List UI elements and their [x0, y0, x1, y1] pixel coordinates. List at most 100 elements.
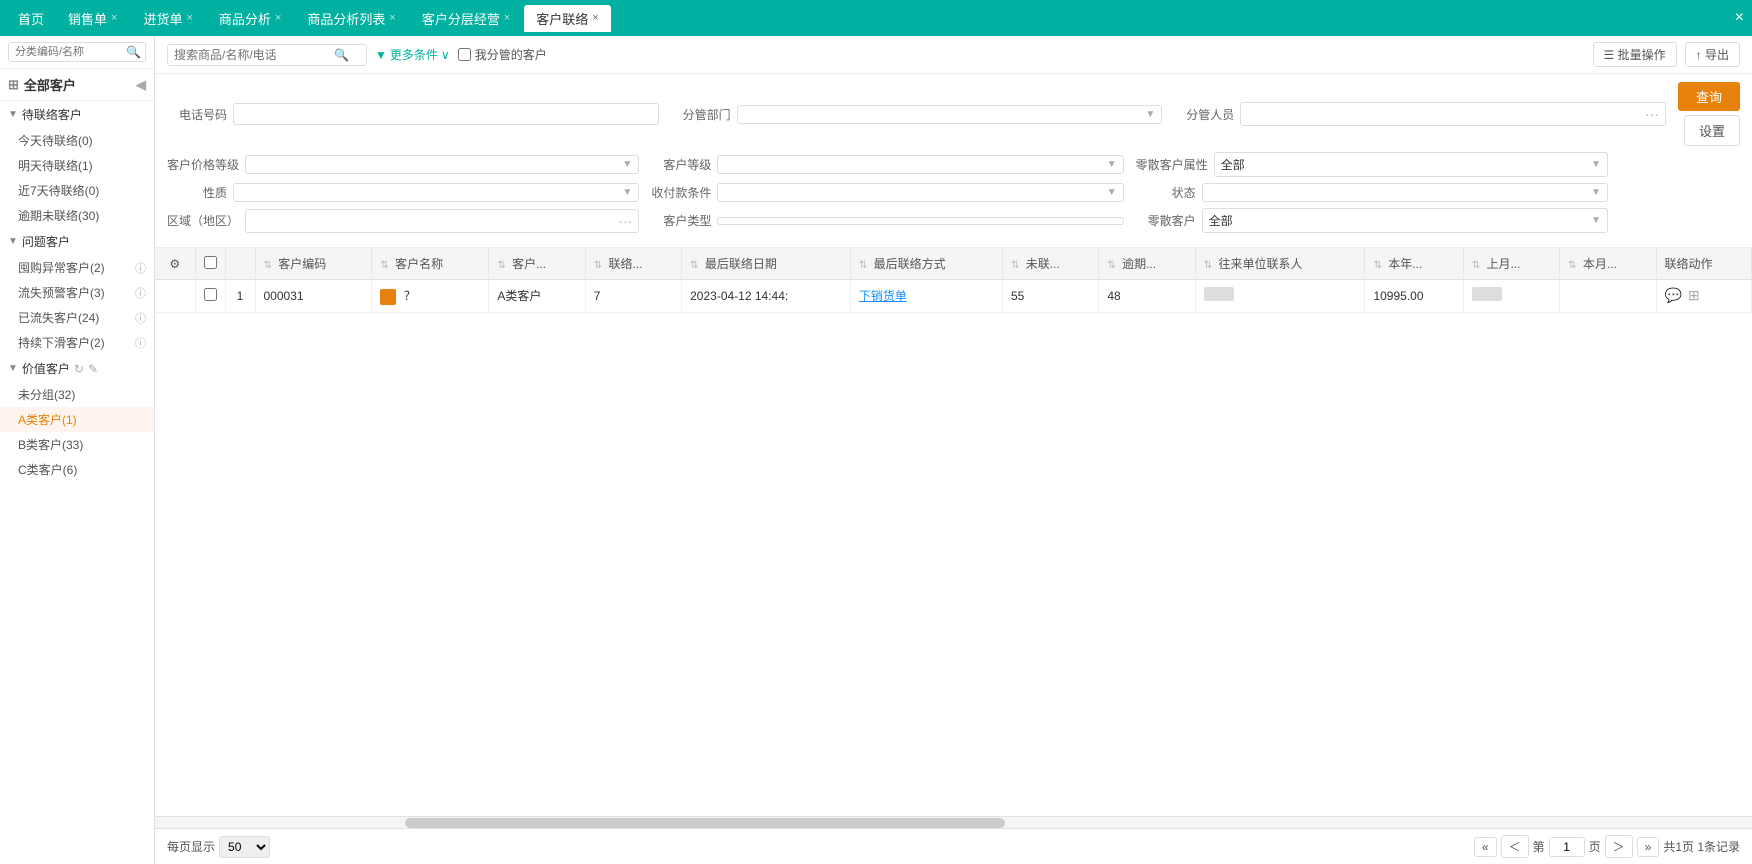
sort-icon: ⇅ [1107, 260, 1115, 271]
prev-page-button[interactable]: ＜ [1501, 835, 1529, 858]
sidebar-group-problem[interactable]: ▼ 问题客户 [0, 228, 154, 255]
scrollbar-thumb[interactable] [405, 818, 1005, 828]
filter-cell-status: 状态 ▼ [1136, 183, 1608, 202]
nav-tab-analysis[interactable]: 商品分析 × [207, 5, 293, 32]
col-this-year[interactable]: ⇅ 本年... [1365, 248, 1463, 280]
sidebar-collapse-button[interactable]: ◀ [136, 77, 146, 93]
manager-input[interactable]: ··· [1240, 102, 1666, 126]
col-contact-action: 联络动作 [1656, 248, 1751, 280]
nav-tab-customer-contact[interactable]: 客户联络 × [524, 5, 610, 32]
sidebar-item-7days[interactable]: 近7天待联络(0) [0, 178, 154, 203]
dept-select[interactable]: ▼ [737, 105, 1163, 124]
retail-select[interactable]: 全部 ▼ [1202, 208, 1608, 233]
last-page-button[interactable]: » [1637, 837, 1660, 857]
chevron-down-icon: ▼ [1591, 215, 1601, 226]
my-customer-checkbox[interactable] [458, 48, 471, 61]
per-page-dropdown[interactable]: 50 100 200 [219, 836, 270, 858]
search-icon[interactable]: 🔍 [334, 48, 349, 62]
row-last-contact-method[interactable]: 下销货单 [850, 280, 1002, 313]
col-last-month[interactable]: ⇅ 上月... [1463, 248, 1559, 280]
refresh-icon[interactable]: ↻ [74, 362, 84, 376]
sidebar-group-value[interactable]: ▼ 价值客户 ↻ ✎ [0, 355, 154, 382]
close-purchase-tab-icon[interactable]: × [186, 12, 192, 24]
sidebar-item-tomorrow[interactable]: 明天待联络(1) [0, 153, 154, 178]
sidebar-item-class-c[interactable]: C类客户(6) [0, 457, 154, 482]
customer-grade-select[interactable]: ▼ [717, 155, 1123, 174]
col-contact-person[interactable]: ⇅ 往来单位联系人 [1195, 248, 1365, 280]
main-search-input[interactable] [174, 48, 334, 62]
col-this-month[interactable]: ⇅ 本月... [1560, 248, 1656, 280]
col-customer-type[interactable]: ⇅ 客户... [489, 248, 585, 280]
region-input[interactable]: ··· [245, 209, 639, 233]
col-settings[interactable]: ⚙ [155, 248, 195, 280]
contact-method-link[interactable]: 下销货单 [859, 289, 907, 303]
query-button[interactable]: 查询 [1678, 82, 1740, 111]
col-overdue-days[interactable]: ⇅ 逾期... [1099, 248, 1195, 280]
row-customer-type: A类客户 [489, 280, 585, 313]
nav-tab-purchase[interactable]: 进货单 × [131, 5, 204, 32]
filter-cell-phone: 电话号码 [167, 103, 659, 125]
close-sales-tab-icon[interactable]: × [111, 12, 117, 24]
sidebar-item-abnormal[interactable]: 囤购异常客户(2) ⓘ [0, 255, 154, 280]
page-number-input[interactable] [1549, 837, 1585, 857]
nature-select[interactable]: ▼ [233, 183, 639, 202]
retail-attr-label: 零散客户属性 [1136, 156, 1208, 173]
contact-person-block [1204, 287, 1234, 301]
sidebar-group-pending[interactable]: ▼ 待联络客户 [0, 101, 154, 128]
phone-input[interactable] [233, 103, 659, 125]
customer-type-select[interactable] [717, 217, 1123, 225]
nav-tab-analysis-list[interactable]: 商品分析列表 × [295, 5, 407, 32]
row-checkbox[interactable] [195, 280, 225, 313]
filter-buttons: 查询 设置 [1678, 82, 1740, 146]
sidebar-item-ungrouped[interactable]: 未分组(32) [0, 382, 154, 407]
ellipsis-icon: ··· [1645, 106, 1659, 122]
chevron-down-icon: ▼ [1591, 159, 1601, 170]
chevron-down-icon: ▼ [1107, 187, 1117, 198]
col-customer-code[interactable]: ⇅ 客户编码 [255, 248, 372, 280]
sidebar-search-icon[interactable]: 🔍 [126, 45, 141, 59]
close-customer-contact-tab-icon[interactable]: × [592, 12, 598, 24]
status-select[interactable]: ▼ [1202, 183, 1608, 202]
sidebar-item-class-b[interactable]: B类客户(33) [0, 432, 154, 457]
retail-attr-select[interactable]: 全部 ▼ [1214, 152, 1608, 177]
price-grade-select[interactable]: ▼ [245, 155, 639, 174]
sidebar-item-churned[interactable]: 已流失客户(24) ⓘ [0, 305, 154, 330]
col-customer-name[interactable]: ⇅ 客户名称 [372, 248, 489, 280]
edit-icon[interactable]: ✎ [88, 362, 98, 376]
filter-row-2: 客户价格等级 ▼ 客户等级 ▼ 零散客户属性 全部 [167, 152, 1740, 177]
nav-tab-sales[interactable]: 销售单 × [56, 5, 129, 32]
sidebar-item-today[interactable]: 今天待联络(0) [0, 128, 154, 153]
sidebar-item-overdue[interactable]: 逾期未联络(30) [0, 203, 154, 228]
row-select-checkbox[interactable] [204, 288, 217, 301]
settings-button[interactable]: 设置 [1684, 115, 1740, 146]
nav-home[interactable]: 首页 [8, 5, 54, 32]
sidebar-item-declining[interactable]: 持续下滑客户(2) ⓘ [0, 330, 154, 355]
col-last-contact-method[interactable]: ⇅ 最后联络方式 [850, 248, 1002, 280]
my-customer-filter[interactable]: 我分管的客户 [458, 46, 547, 63]
batch-op-button[interactable]: ☰ 批量操作 [1593, 42, 1677, 67]
sidebar-item-class-a[interactable]: A类客户(1) [0, 407, 154, 432]
col-checkbox[interactable] [195, 248, 225, 280]
row-this-year: 10995.00 [1365, 280, 1463, 313]
export-button[interactable]: ↑ 导出 [1685, 42, 1740, 67]
horizontal-scrollbar[interactable] [155, 816, 1752, 828]
sidebar-item-churn-warning[interactable]: 流失预警客户(3) ⓘ [0, 280, 154, 305]
close-customer-mgmt-tab-icon[interactable]: × [504, 12, 510, 24]
sort-icon: ⇅ [1472, 260, 1480, 271]
qr-icon[interactable]: ⊞ [1688, 287, 1700, 304]
close-analysis-list-tab-icon[interactable]: × [389, 12, 395, 24]
more-filters-button[interactable]: ▼ 更多条件 ∨ [375, 46, 450, 63]
close-analysis-tab-icon[interactable]: × [275, 12, 281, 24]
next-page-button[interactable]: ＞ [1605, 835, 1633, 858]
payment-select[interactable]: ▼ [717, 183, 1123, 202]
settings-icon[interactable]: ⚙ [169, 257, 180, 271]
col-not-contact-days[interactable]: ⇅ 未联... [1002, 248, 1098, 280]
row-name[interactable]: ？ [372, 280, 489, 313]
col-last-contact-date[interactable]: ⇅ 最后联络日期 [682, 248, 851, 280]
select-all-checkbox[interactable] [204, 256, 217, 269]
first-page-button[interactable]: « [1474, 837, 1497, 857]
close-all-icon[interactable]: × [1735, 9, 1744, 27]
chat-icon[interactable]: 💬 [1665, 287, 1682, 304]
nav-tab-customer-mgmt[interactable]: 客户分层经营 × [410, 5, 522, 32]
col-contact-count[interactable]: ⇅ 联络... [585, 248, 681, 280]
